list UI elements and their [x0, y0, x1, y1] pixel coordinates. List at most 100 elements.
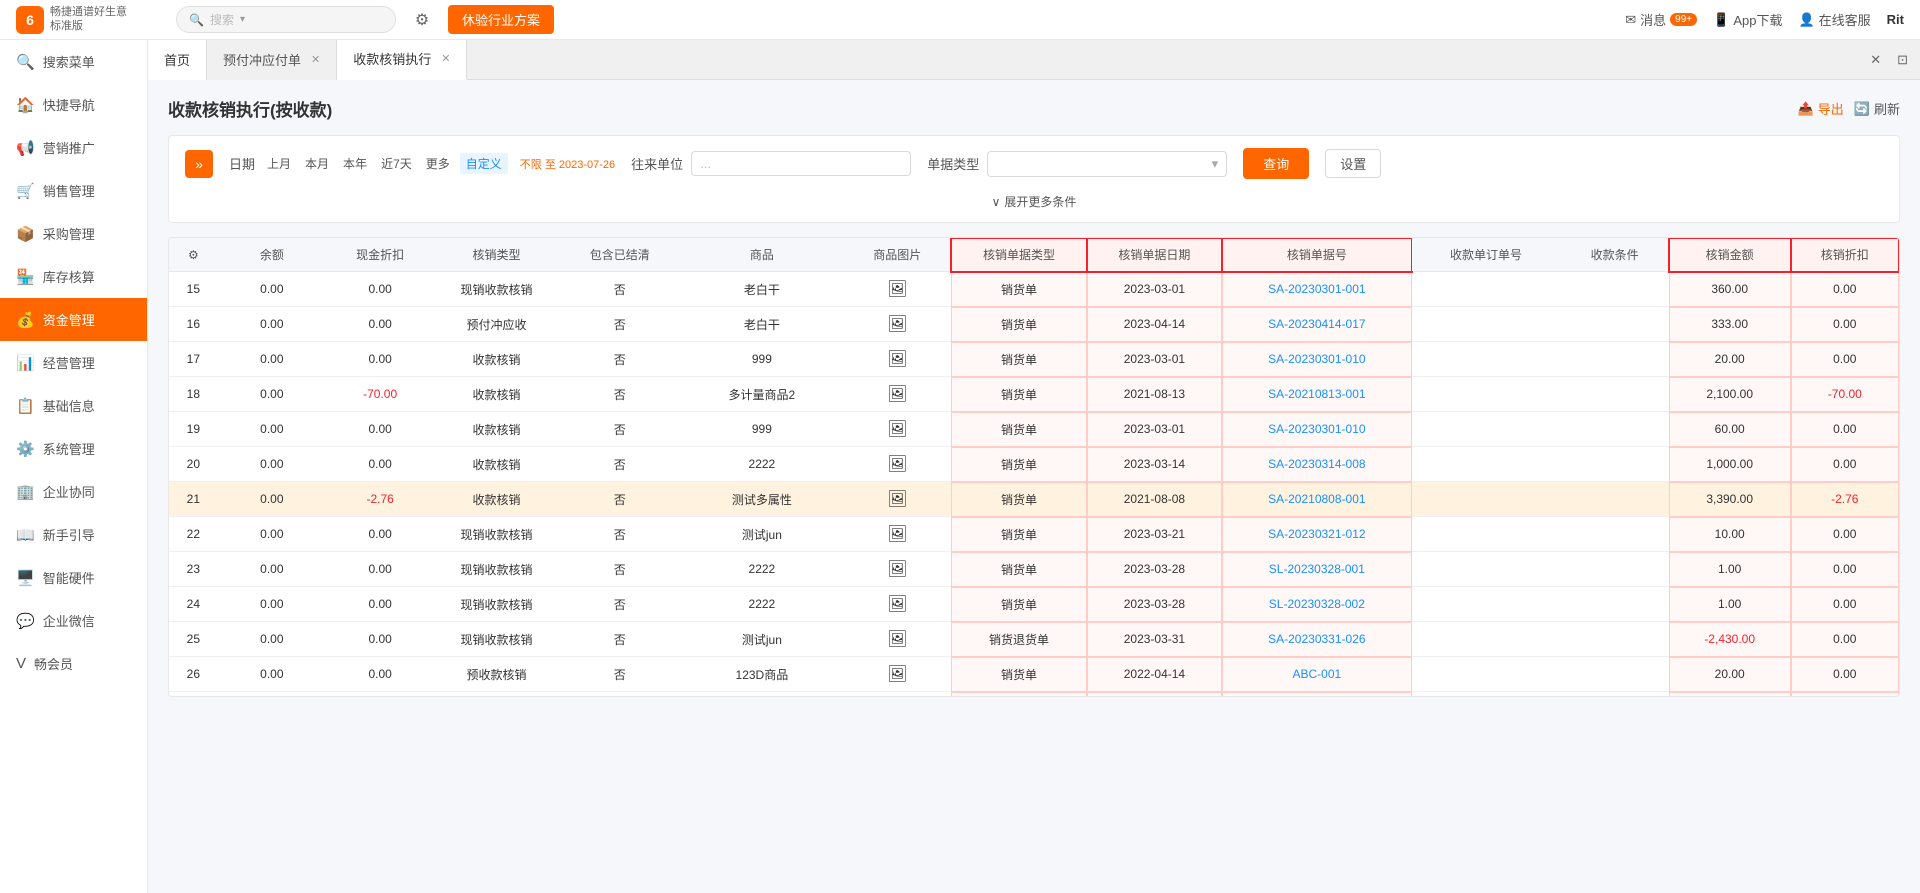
goods-image-icon: 🖼 [887, 456, 907, 473]
cell-is_settled: 否 [559, 517, 681, 552]
counterparty-input[interactable]: ... [691, 151, 911, 176]
date-opt-this-month[interactable]: 本月 [301, 153, 333, 174]
write-off-no-link[interactable]: SA-20230301-010 [1268, 422, 1365, 436]
date-opt-custom[interactable]: 自定义 [460, 153, 508, 174]
write-off-no-link[interactable]: SL-20230328-002 [1269, 597, 1365, 611]
write-off-no-link[interactable]: SA-20230331-026 [1268, 632, 1365, 646]
sidebar-icon-member: V [16, 655, 26, 672]
write-off-no-link[interactable]: SA-20230321-012 [1268, 527, 1365, 541]
expand-icon: ∨ [992, 195, 1001, 209]
voucher-type-select[interactable]: ▾ [987, 151, 1227, 177]
tab-home[interactable]: 首页 [148, 40, 207, 80]
industry-btn[interactable]: 休验行业方案 [448, 5, 554, 34]
tab-receipt[interactable]: 收款核销执行✕ [337, 40, 467, 80]
cell-cash_discount: 0.00 [326, 412, 434, 447]
cell-write_off_doc_type: 销货单 [951, 307, 1086, 342]
data-table: ⚙余额现金折扣核销类型包含已结清商品商品图片核销单据类型核销单据日期核销单据号收… [169, 238, 1899, 697]
refresh-btn[interactable]: 🔄 刷新 [1854, 99, 1900, 118]
sidebar-item-basic[interactable]: 📋基础信息 [0, 384, 147, 427]
goods-image-icon: 🖼 [887, 421, 907, 438]
cell-write_off_date: 2023-03-21 [1087, 517, 1222, 552]
collapse-filter-btn[interactable]: » [185, 150, 213, 178]
notification-item[interactable]: ✉ 消息 99+ [1625, 10, 1697, 29]
write-off-no-link[interactable]: SA-20210813-001 [1268, 387, 1365, 401]
cell-goods_image: 🖼 [843, 517, 951, 552]
query-btn[interactable]: 查询 [1243, 148, 1309, 179]
sidebar-icon-search: 🔍 [16, 53, 35, 71]
cell-write_off_type: 现销收款核销 [434, 517, 559, 552]
cell-goods_image: 🖼 [843, 552, 951, 587]
write-off-no-link[interactable]: ABC-001 [1292, 667, 1341, 681]
sidebar-item-marketing[interactable]: 📢营销推广 [0, 126, 147, 169]
table-row: 190.000.00收款核销否999🖼销货单2023-03-01SA-20230… [169, 412, 1899, 447]
settings-gear-btn[interactable]: ⚙ [408, 6, 436, 34]
sidebar-item-inventory[interactable]: 🏪库存核算 [0, 255, 147, 298]
sidebar-item-member[interactable]: V 畅会员 [0, 642, 147, 685]
sidebar-item-quicknav[interactable]: 🏠快捷导航 [0, 83, 147, 126]
cell-write_off_doc_type: 销货单 [951, 657, 1086, 692]
search-dropdown-arrow[interactable]: ▾ [240, 14, 245, 25]
sidebar-icon-business: 📊 [16, 354, 35, 372]
cell-receipt_order_no [1412, 692, 1561, 698]
cell-balance: 0.00 [218, 342, 326, 377]
cell-receipt_order_no [1412, 377, 1561, 412]
write-off-no-link[interactable]: SA-20210808-001 [1268, 492, 1365, 506]
app-download-item[interactable]: 📱 App下载 [1713, 10, 1782, 29]
goods-image-icon: 🖼 [887, 561, 907, 578]
maximize-btn[interactable]: ⊡ [1897, 52, 1908, 68]
sidebar-item-business[interactable]: 📊经营管理 [0, 341, 147, 384]
search-icon: 🔍 [189, 13, 204, 27]
cell-write_off_date: 2023-04-08 [1087, 692, 1222, 698]
sidebar-item-guide[interactable]: 📖新手引导 [0, 513, 147, 556]
write-off-no-link[interactable]: SA-20230301-010 [1268, 352, 1365, 366]
date-options: 上月 本月 本年 近7天 更多 自定义 [263, 153, 508, 174]
export-btn[interactable]: 📤 导出 [1798, 99, 1844, 118]
sidebar-item-corp[interactable]: 🏢企业协同 [0, 470, 147, 513]
window-controls: ✕⊡ [1858, 52, 1920, 68]
row-seq: 21 [169, 482, 218, 517]
filter-row: » 日期 上月 本月 本年 近7天 更多 自定义 不限 至 [185, 148, 1883, 179]
expand-row: ∨ 展开更多条件 [185, 185, 1883, 210]
cell-cash_discount: 0.00 [326, 272, 434, 307]
write-off-no-link[interactable]: SL-20230328-001 [1269, 562, 1365, 576]
data-table-wrap: ⚙余额现金折扣核销类型包含已结清商品商品图片核销单据类型核销单据日期核销单据号收… [168, 237, 1900, 697]
logo-text: 畅捷通谱好生意 标准版 [50, 6, 127, 32]
sidebar-label-member: 畅会员 [34, 654, 73, 673]
sidebar-label-wechat: 企业微信 [43, 611, 95, 630]
message-icon: ✉ [1625, 12, 1636, 28]
tab-prepay[interactable]: 预付冲应付单✕ [207, 40, 337, 80]
top-search-box[interactable]: 🔍 搜索 ▾ [176, 6, 396, 33]
sidebar-icon-marketing: 📢 [16, 139, 35, 157]
sidebar-item-finance[interactable]: 💰资金管理 [0, 298, 147, 341]
cell-receipt_order_no [1412, 307, 1561, 342]
goods-image-icon: 🖼 [887, 351, 907, 368]
tab-close-prepay[interactable]: ✕ [311, 53, 320, 66]
cell-balance: 0.00 [218, 657, 326, 692]
sidebar-item-sales[interactable]: 🛒销售管理 [0, 169, 147, 212]
cell-cash_discount: 0.00 [326, 447, 434, 482]
close-window-btn[interactable]: ✕ [1870, 52, 1881, 68]
expand-filter-btn[interactable]: ∨ 展开更多条件 [992, 193, 1077, 210]
write-off-no-link[interactable]: SA-20230414-017 [1268, 317, 1365, 331]
sidebar-item-search[interactable]: 🔍搜索菜单 [0, 40, 147, 83]
cell-is_settled: 否 [559, 342, 681, 377]
tab-close-receipt[interactable]: ✕ [441, 52, 450, 65]
cell-write_off_amount: 2,100.00 [1669, 377, 1791, 412]
date-opt-7days[interactable]: 近7天 [377, 153, 416, 174]
write-off-no-link[interactable]: SA-20230301-001 [1268, 282, 1365, 296]
sidebar-item-hardware[interactable]: 🖥️智能硬件 [0, 556, 147, 599]
sidebar-item-purchase[interactable]: 📦采购管理 [0, 212, 147, 255]
online-service-item[interactable]: 👤 在线客服 [1798, 10, 1870, 29]
sidebar-item-wechat[interactable]: 💬企业微信 [0, 599, 147, 642]
filter-settings-btn[interactable]: 设置 [1325, 149, 1381, 178]
user-item[interactable]: Rit [1887, 12, 1904, 27]
write-off-no-link[interactable]: SA-20230314-008 [1268, 457, 1365, 471]
date-opt-this-year[interactable]: 本年 [339, 153, 371, 174]
date-opt-more[interactable]: 更多 [422, 153, 454, 174]
cell-write_off_discount: 0.00 [1791, 692, 1899, 698]
cell-write_off_date: 2021-08-13 [1087, 377, 1222, 412]
date-opt-last-month[interactable]: 上月 [263, 153, 295, 174]
table-row: 200.000.00收款核销否2222🖼销货单2023-03-14SA-2023… [169, 447, 1899, 482]
sidebar-item-system[interactable]: ⚙️系统管理 [0, 427, 147, 470]
cell-receipt_condition [1560, 657, 1668, 692]
